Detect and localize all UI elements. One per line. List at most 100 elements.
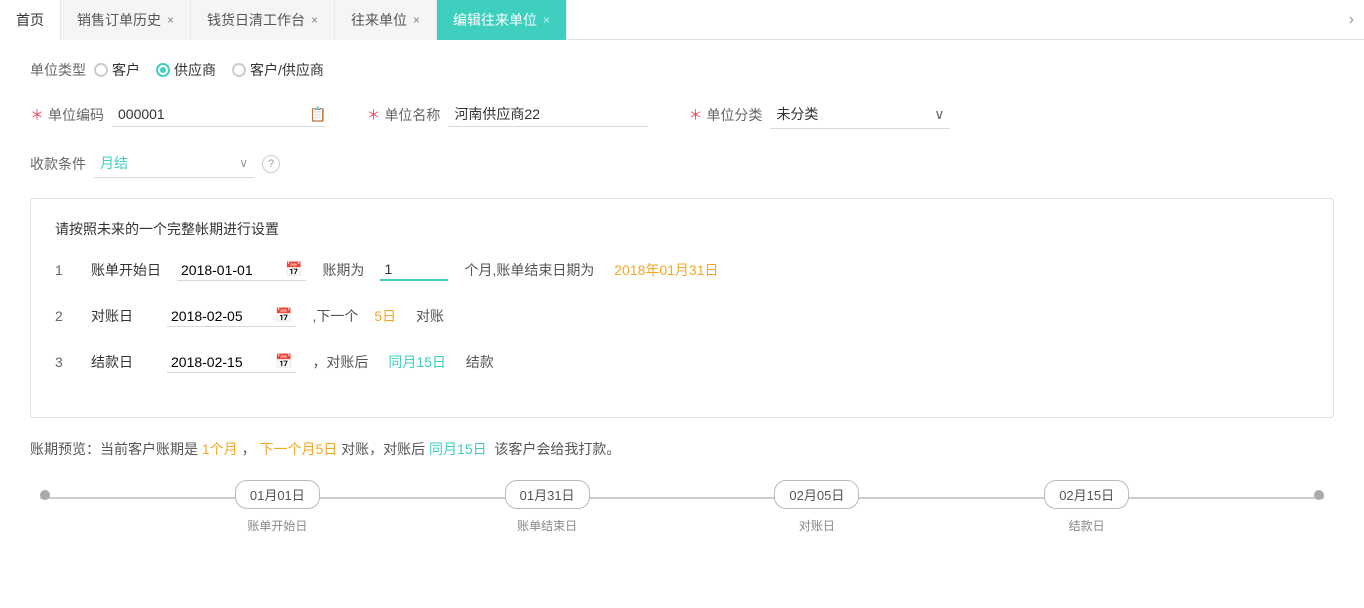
unit-code-item: ＊ 单位编码 📋 [30, 102, 326, 127]
radio-supplier[interactable]: 供应商 [156, 60, 216, 80]
tab-cash-ledger-label: 钱货日清工作台 [207, 10, 305, 30]
period-field-label-2: 对账日 [91, 306, 151, 326]
timeline-node-2: 01月31日 账单结束日 [505, 480, 590, 534]
period-end-date-highlight: 2018年01月31日 [614, 260, 718, 280]
timeline-points-row: 01月01日 账单开始日 01月31日 账单结束日 02月05日 对账日 02月… [40, 480, 1324, 534]
preview-months: 1个月 [202, 441, 238, 457]
preview-middle1: ， [242, 441, 256, 457]
tab-partner-unit[interactable]: 往来单位 × [335, 0, 437, 40]
unit-type-radio-group: 客户 供应商 客户/供应商 [94, 60, 324, 80]
tab-sales-order-history-close[interactable]: × [167, 13, 174, 27]
period-cycle-suffix: 个月,账单结束日期为 [464, 260, 598, 280]
preview-payment-date: 同月15日 [429, 441, 487, 457]
radio-customer-circle [94, 63, 108, 77]
period-reconcile-date-input[interactable] [171, 308, 271, 324]
unit-classification-value: 未分类 [776, 104, 934, 124]
tab-sales-order-history[interactable]: 销售订单历史 × [61, 0, 191, 40]
timeline-node-3: 02月05日 对账日 [774, 480, 859, 534]
period-cycle-prefix: 账期为 [322, 260, 364, 280]
preview-prefix: 账期预览：当前客户账期是 [30, 441, 198, 457]
unit-type-label: 单位类型 [30, 60, 86, 80]
unit-name-label: 单位名称 [384, 105, 440, 125]
preview-middle2: 对账，对账后 [341, 441, 425, 457]
tab-cash-ledger-close[interactable]: × [311, 13, 318, 27]
tab-partner-unit-label: 往来单位 [351, 10, 407, 30]
payment-terms-select[interactable]: 月结 ∨ [94, 149, 254, 178]
unit-name-item: ＊ 单位名称 [366, 102, 648, 127]
tab-edit-partner-unit-close[interactable]: × [543, 13, 550, 27]
unit-name-input[interactable] [448, 102, 648, 127]
unit-classification-label: 单位分类 [706, 105, 762, 125]
radio-supplier-circle [156, 63, 170, 77]
period-start-date-wrap: 📅 [177, 259, 306, 281]
period-reconcile-prefix: ,下一个 [312, 306, 358, 326]
timeline-badge-1: 01月01日 [235, 480, 320, 509]
period-payment-date-wrap: 📅 [167, 351, 296, 373]
unit-code-input[interactable] [112, 102, 305, 126]
unit-code-required: ＊ [30, 105, 44, 125]
period-reconcile-day-highlight: 5日 [374, 306, 396, 326]
tab-cash-ledger[interactable]: 钱货日清工作台 × [191, 0, 335, 40]
tab-home[interactable]: 首页 [0, 0, 61, 40]
timeline-label-4: 结款日 [1069, 517, 1105, 534]
unit-name-required: ＊ [366, 105, 380, 125]
tab-partner-unit-close[interactable]: × [413, 13, 420, 27]
unit-code-label: 单位编码 [48, 105, 104, 125]
radio-supplier-label: 供应商 [174, 60, 216, 80]
tab-edit-partner-unit-label: 编辑往来单位 [453, 10, 537, 30]
help-icon[interactable]: ? [262, 155, 280, 173]
period-field-label-3: 结款日 [91, 352, 151, 372]
timeline-badge-3: 02月05日 [774, 480, 859, 509]
period-reconcile-date-wrap: 📅 [167, 305, 296, 327]
payment-terms-value: 月结 [100, 153, 233, 173]
period-row-3: 3 结款日 📅 ，对账后 同月15日 结款 [55, 351, 1309, 373]
preview-reconcile-date: 下一个月5日 [259, 441, 337, 457]
payment-terms-item: 收款条件 月结 ∨ ? [30, 149, 280, 178]
period-payment-prefix: ，对账后 [312, 352, 372, 372]
unit-classification-required: ＊ [688, 105, 702, 125]
period-index-2: 2 [55, 308, 75, 324]
tabs-scroll-right[interactable]: › [1339, 11, 1364, 29]
tab-edit-partner-unit[interactable]: 编辑往来单位 × [437, 0, 567, 40]
period-payment-day-highlight: 同月15日 [388, 352, 446, 372]
timeline-badge-4: 02月15日 [1044, 480, 1129, 509]
classification-dropdown-icon: ∨ [934, 106, 944, 123]
timeline-node-4: 02月15日 结款日 [1044, 480, 1129, 534]
tabs-bar: 首页 销售订单历史 × 钱货日清工作台 × 往来单位 × 编辑往来单位 × › [0, 0, 1364, 40]
unit-code-input-wrap: 📋 [112, 102, 326, 127]
timeline-label-1: 账单开始日 [247, 517, 307, 534]
period-reconcile-date-calendar-icon[interactable]: 📅 [275, 307, 292, 324]
timeline-badge-2: 01月31日 [505, 480, 590, 509]
radio-customer-supplier-circle [232, 63, 246, 77]
unit-classification-item: ＊ 单位分类 未分类 ∨ [688, 100, 950, 129]
timeline-label-3: 对账日 [799, 517, 835, 534]
period-start-date-input[interactable] [181, 262, 281, 278]
period-row-1: 1 账单开始日 📅 账期为 个月,账单结束日期为 2018年01月31日 [55, 259, 1309, 281]
radio-customer-supplier[interactable]: 客户/供应商 [232, 60, 324, 80]
payment-terms-dropdown-icon: ∨ [239, 156, 248, 170]
radio-customer[interactable]: 客户 [94, 60, 140, 80]
period-index-1: 1 [55, 262, 75, 278]
timeline-right-dot-wrap [1314, 490, 1324, 500]
period-field-label-1: 账单开始日 [91, 260, 161, 280]
copy-icon[interactable]: 📋 [309, 106, 326, 123]
period-months-input[interactable] [384, 261, 444, 277]
unit-type-item: 单位类型 客户 供应商 客户/供应商 [30, 60, 324, 80]
period-reconcile-suffix: 对账 [412, 306, 444, 326]
unit-info-row: ＊ 单位编码 📋 ＊ 单位名称 ＊ 单位分类 未分类 ∨ [30, 100, 1334, 129]
period-setup-box: 请按照未来的一个完整帐期进行设置 1 账单开始日 📅 账期为 个月,账单结束日期… [30, 198, 1334, 418]
period-payment-date-input[interactable] [171, 354, 271, 370]
timeline-left-end-dot [40, 490, 50, 500]
radio-customer-label: 客户 [112, 60, 140, 80]
payment-terms-label: 收款条件 [30, 154, 86, 174]
radio-customer-supplier-label: 客户/供应商 [250, 60, 324, 80]
content-area: 单位类型 客户 供应商 客户/供应商 ＊ 单位编码 [0, 40, 1364, 608]
period-start-date-calendar-icon[interactable]: 📅 [285, 261, 302, 278]
unit-classification-select[interactable]: 未分类 ∨ [770, 100, 950, 129]
period-payment-suffix: 结款 [462, 352, 494, 372]
timeline-right-end-dot [1314, 490, 1324, 500]
period-row-2: 2 对账日 📅 ,下一个 5日 对账 [55, 305, 1309, 327]
period-payment-date-calendar-icon[interactable]: 📅 [275, 353, 292, 370]
timeline-container: 01月01日 账单开始日 01月31日 账单结束日 02月05日 对账日 02月… [30, 480, 1334, 534]
preview-area: 账期预览：当前客户账期是 1个月 ， 下一个月5日 对账，对账后 同月15日 该… [30, 438, 1334, 460]
